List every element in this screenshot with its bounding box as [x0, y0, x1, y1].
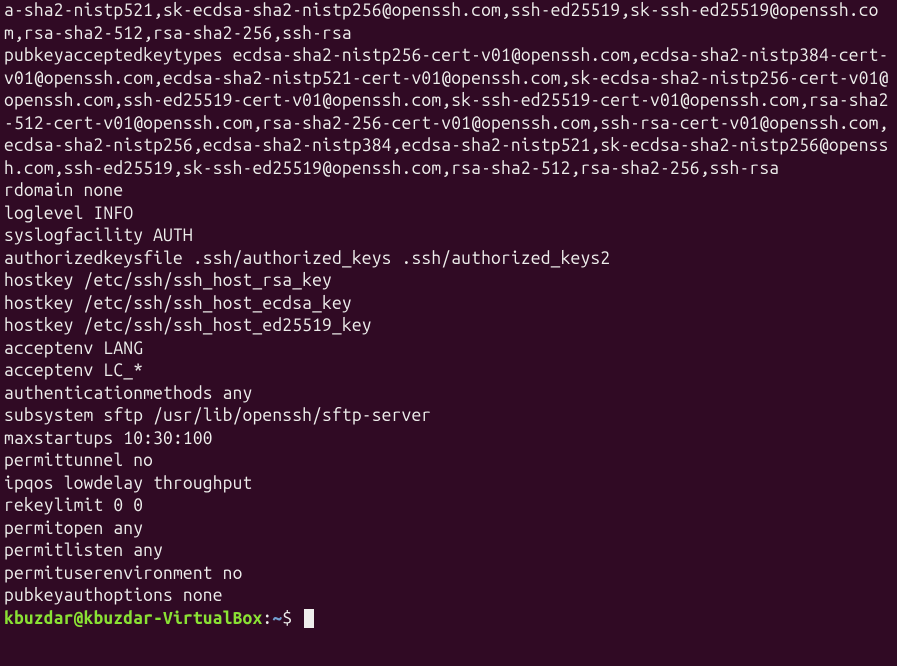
prompt-colon: :: [262, 609, 272, 628]
prompt-path: ~: [272, 609, 282, 628]
cursor: [304, 609, 314, 628]
prompt-user-host: kbuzdar@kbuzdar-VirtualBox: [4, 609, 262, 628]
terminal-output[interactable]: a-sha2-nistp521,sk-ecdsa-sha2-nistp256@o…: [4, 0, 893, 608]
prompt-dollar: $: [282, 609, 292, 628]
shell-prompt[interactable]: kbuzdar@kbuzdar-VirtualBox:~$: [4, 609, 302, 628]
